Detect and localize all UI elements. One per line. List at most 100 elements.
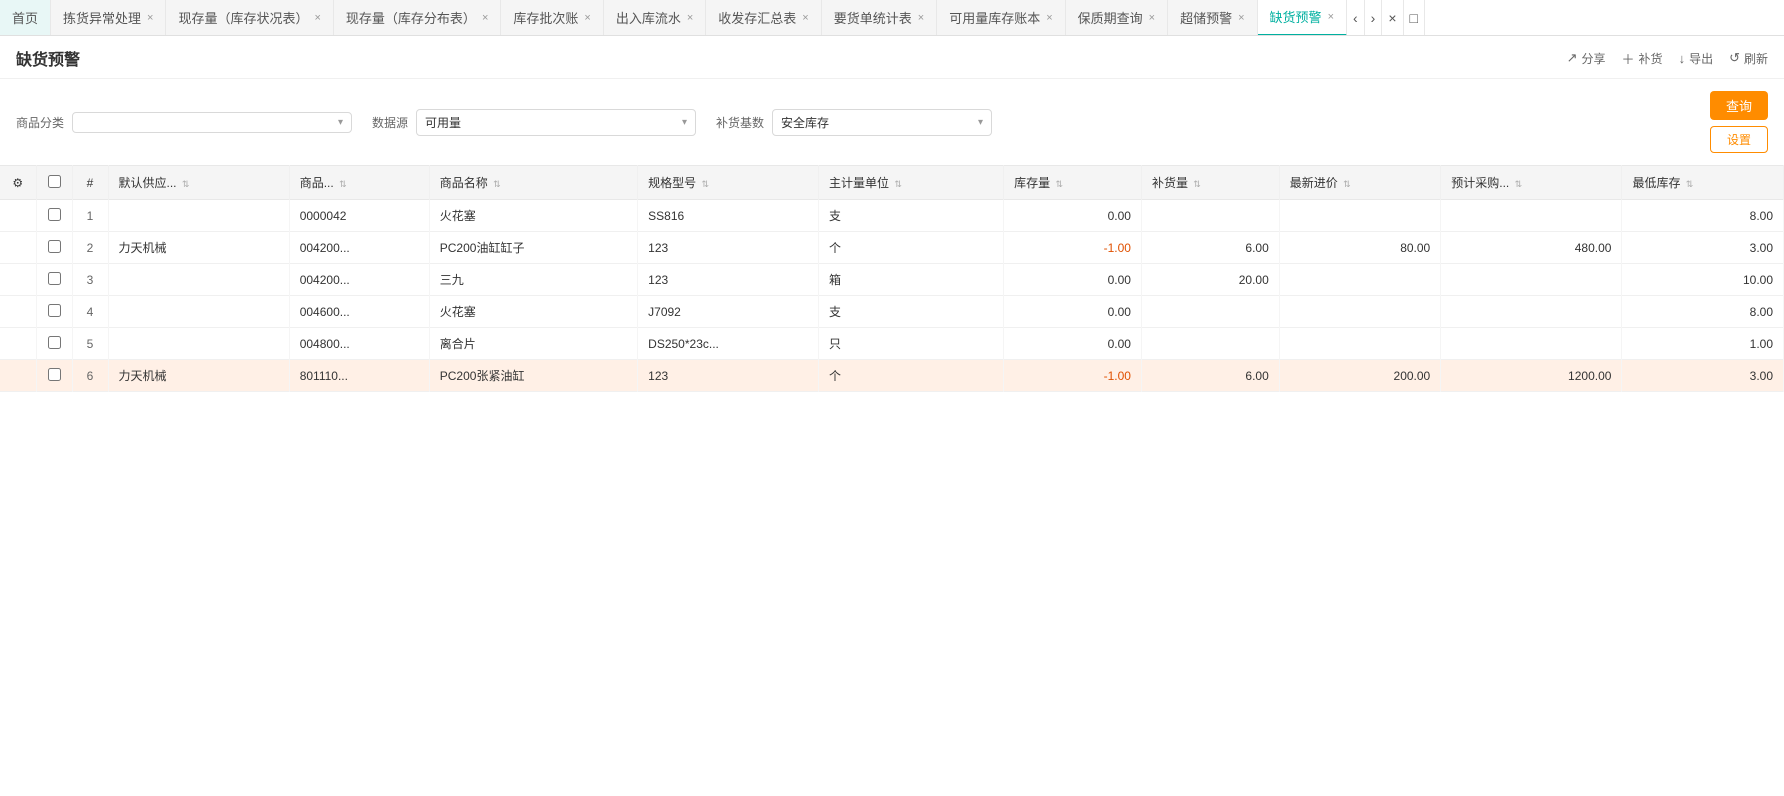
column-est-purchase[interactable]: 预计采购... ⇅ xyxy=(1441,166,1622,200)
tab-2-close[interactable]: × xyxy=(314,12,320,24)
share-button[interactable]: ↗ 分享 xyxy=(1567,50,1606,67)
row-est-purchase xyxy=(1441,200,1622,232)
row-checkbox[interactable] xyxy=(48,240,61,253)
row-unit: 支 xyxy=(818,296,1003,328)
table-body: 1 0000042 火花塞 SS816 支 0.00 8.00 2 力天机械 0… xyxy=(0,200,1784,392)
row-gear-cell xyxy=(0,232,36,264)
select-all-checkbox[interactable] xyxy=(48,175,61,188)
row-supplier xyxy=(108,200,289,232)
row-checkbox-cell[interactable] xyxy=(36,328,72,360)
share-icon: ↗ xyxy=(1567,50,1578,66)
column-stock[interactable]: 库存量 ⇅ xyxy=(1004,166,1142,200)
tab-6[interactable]: 收发存汇总表 × xyxy=(706,0,821,36)
category-select[interactable]: ▾ xyxy=(72,112,352,133)
row-checkbox-cell[interactable] xyxy=(36,360,72,392)
row-checkbox[interactable] xyxy=(48,368,61,381)
tab-10[interactable]: 超储预警 × xyxy=(1168,0,1257,36)
row-stock: -1.00 xyxy=(1004,232,1142,264)
tab-7-close[interactable]: × xyxy=(918,12,924,24)
tab-4-close[interactable]: × xyxy=(584,12,590,24)
tab-9[interactable]: 保质期查询 × xyxy=(1066,0,1168,36)
column-est-purchase-label: 预计采购... xyxy=(1451,176,1509,190)
tab-8[interactable]: 可用量库存账本 × xyxy=(937,0,1065,36)
row-name: PC200油缸缸子 xyxy=(429,232,637,264)
tab-maximize[interactable]: □ xyxy=(1404,0,1425,36)
column-unit-label: 主计量单位 xyxy=(829,176,889,190)
refresh-button[interactable]: ↺ 刷新 xyxy=(1729,50,1768,67)
row-sku: 004200... xyxy=(289,232,429,264)
settings-button[interactable]: 设置 xyxy=(1710,126,1768,153)
query-button[interactable]: 查询 xyxy=(1710,91,1768,120)
row-spec: 123 xyxy=(638,264,819,296)
column-unit[interactable]: 主计量单位 ⇅ xyxy=(818,166,1003,200)
column-spec[interactable]: 规格型号 ⇅ xyxy=(638,166,819,200)
tab-1-label: 拣货异常处理 xyxy=(63,8,141,27)
row-checkbox-cell[interactable] xyxy=(36,296,72,328)
row-checkbox-cell[interactable] xyxy=(36,232,72,264)
tab-nav-right[interactable]: › xyxy=(1365,0,1383,36)
column-select-all[interactable] xyxy=(36,166,72,200)
row-sku: 0000042 xyxy=(289,200,429,232)
tab-3-close[interactable]: × xyxy=(482,12,488,24)
category-label: 商品分类 xyxy=(16,114,64,131)
tab-1[interactable]: 拣货异常处理 × xyxy=(51,0,166,36)
column-latest-price[interactable]: 最新进价 ⇅ xyxy=(1279,166,1440,200)
export-button[interactable]: ↓ 导出 xyxy=(1679,50,1714,67)
row-name: 火花塞 xyxy=(429,296,637,328)
tab-home[interactable]: 首页 xyxy=(0,0,51,36)
tab-3[interactable]: 现存量（库存分布表） × xyxy=(334,0,501,36)
tab-10-close[interactable]: × xyxy=(1238,12,1244,24)
column-replenish[interactable]: 补货量 ⇅ xyxy=(1141,166,1279,200)
row-min-stock: 10.00 xyxy=(1622,264,1784,296)
tab-8-close[interactable]: × xyxy=(1046,12,1052,24)
column-supplier[interactable]: 默认供应... ⇅ xyxy=(108,166,289,200)
tab-1-close[interactable]: × xyxy=(147,12,153,24)
tab-11-close[interactable]: × xyxy=(1328,11,1334,23)
header-actions: ↗ 分享 ＋ 补货 ↓ 导出 ↺ 刷新 xyxy=(1567,49,1768,68)
column-gear[interactable]: ⚙ xyxy=(0,166,36,200)
row-sku: 801110... xyxy=(289,360,429,392)
column-stock-label: 库存量 xyxy=(1014,176,1050,190)
row-unit: 支 xyxy=(818,200,1003,232)
row-checkbox[interactable] xyxy=(48,336,61,349)
row-checkbox-cell[interactable] xyxy=(36,264,72,296)
tab-2[interactable]: 现存量（库存状况表） × xyxy=(166,0,333,36)
replenish-base-select[interactable]: 安全库存 ▾ xyxy=(772,109,992,136)
tab-11-label: 缺货预警 xyxy=(1270,7,1322,26)
tab-7[interactable]: 要货单统计表 × xyxy=(822,0,937,36)
tab-11[interactable]: 缺货预警 × xyxy=(1258,0,1347,36)
column-index: # xyxy=(72,166,108,200)
datasource-select[interactable]: 可用量 ▾ xyxy=(416,109,696,136)
row-replenish xyxy=(1141,328,1279,360)
row-checkbox-cell[interactable] xyxy=(36,200,72,232)
tab-5[interactable]: 出入库流水 × xyxy=(604,0,706,36)
tab-close-all[interactable]: × xyxy=(1382,0,1403,36)
sort-est-purchase-icon: ⇅ xyxy=(1515,179,1523,189)
replenish-icon: ＋ xyxy=(1622,49,1635,68)
column-min-stock[interactable]: 最低库存 ⇅ xyxy=(1622,166,1784,200)
row-gear-cell xyxy=(0,360,36,392)
column-name[interactable]: 商品名称 ⇅ xyxy=(429,166,637,200)
tab-2-label: 现存量（库存状况表） xyxy=(178,8,308,27)
tab-4[interactable]: 库存批次账 × xyxy=(501,0,603,36)
row-index: 1 xyxy=(72,200,108,232)
row-checkbox[interactable] xyxy=(48,272,61,285)
row-index: 4 xyxy=(72,296,108,328)
category-chevron-icon: ▾ xyxy=(338,117,343,128)
sort-spec-icon: ⇅ xyxy=(702,179,710,189)
column-supplier-label: 默认供应... xyxy=(119,176,177,190)
tab-nav-left[interactable]: ‹ xyxy=(1347,0,1365,36)
tab-9-close[interactable]: × xyxy=(1149,12,1155,24)
replenish-button[interactable]: ＋ 补货 xyxy=(1622,49,1663,68)
row-index: 3 xyxy=(72,264,108,296)
table-row: 4 004600... 火花塞 J7092 支 0.00 8.00 xyxy=(0,296,1784,328)
row-spec: 123 xyxy=(638,232,819,264)
row-checkbox[interactable] xyxy=(48,208,61,221)
column-sku[interactable]: 商品... ⇅ xyxy=(289,166,429,200)
row-latest-price: 200.00 xyxy=(1279,360,1440,392)
tab-6-close[interactable]: × xyxy=(802,12,808,24)
table-row: 3 004200... 三九 123 箱 0.00 20.00 10.00 xyxy=(0,264,1784,296)
row-supplier: 力天机械 xyxy=(108,360,289,392)
row-checkbox[interactable] xyxy=(48,304,61,317)
tab-5-close[interactable]: × xyxy=(687,12,693,24)
